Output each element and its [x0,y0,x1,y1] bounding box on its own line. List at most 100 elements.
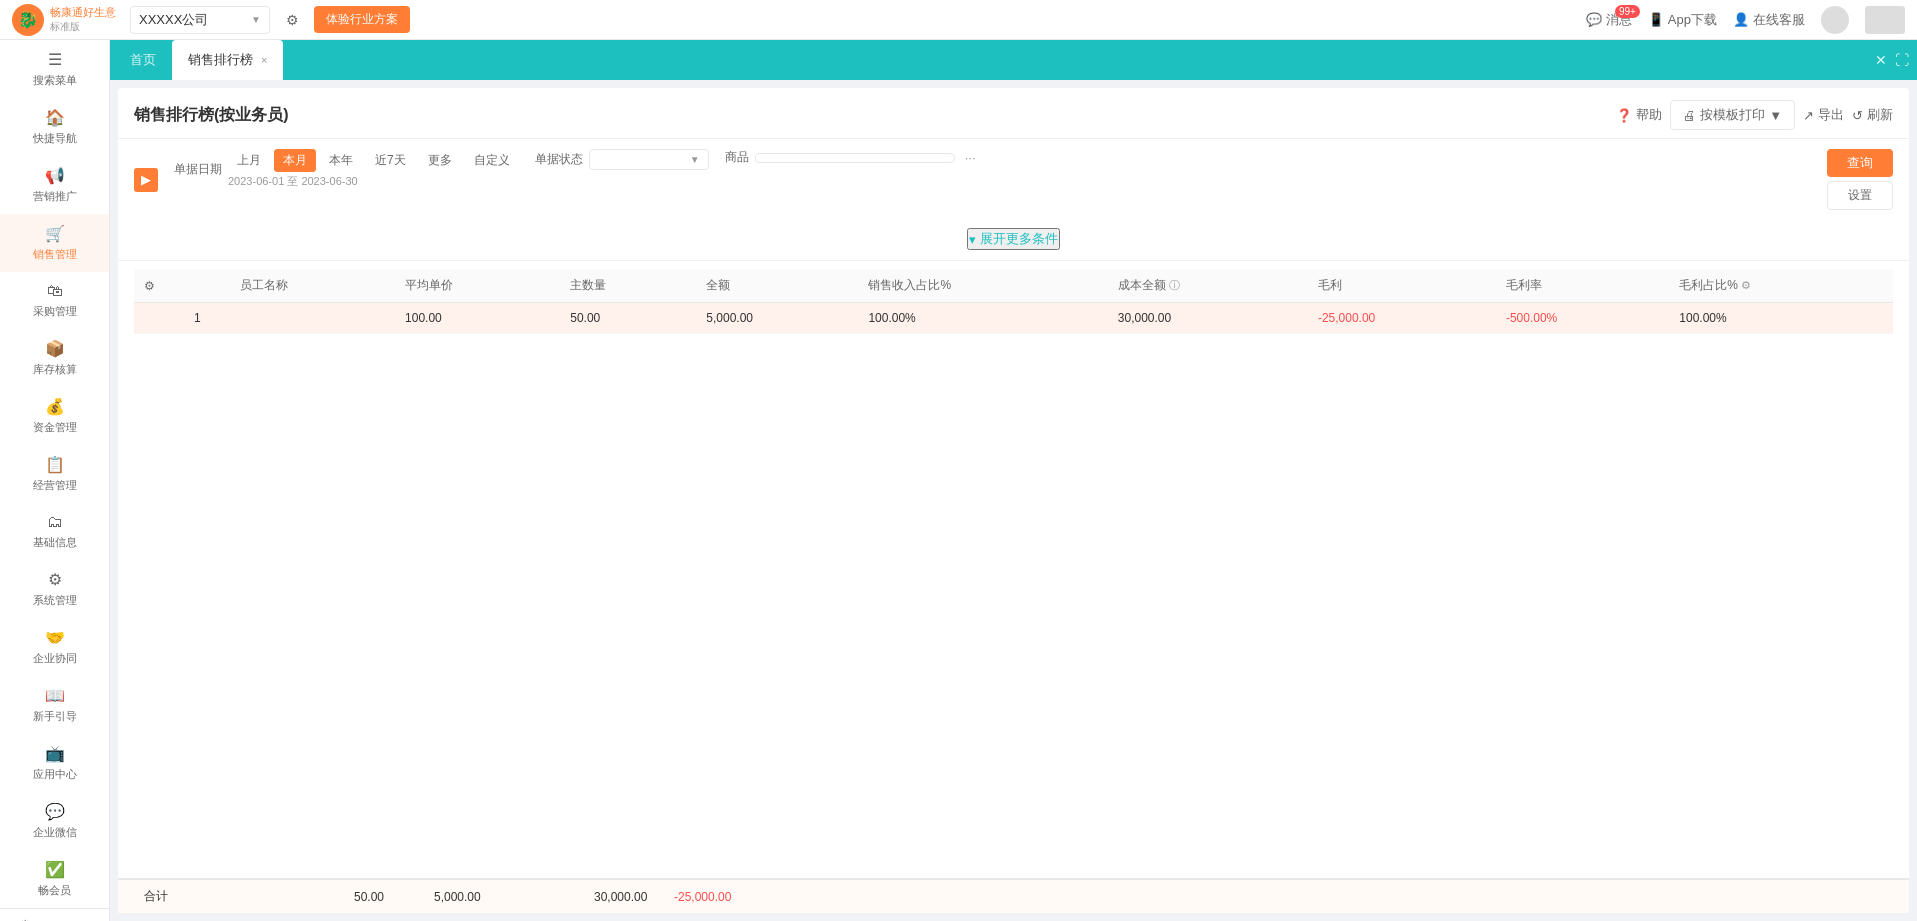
home-icon: 🏠 [45,108,65,127]
sidebar-item-system[interactable]: ⚙ 系统管理 [0,560,109,618]
avatar[interactable] [1821,6,1849,34]
data-table: ⚙ 员工名称 平均单价 主数量 全额 销售收入占比% 成本全额 ⓘ 毛利 毛利率 [134,269,1893,334]
date-buttons: 上月 本月 本年 近7天 更多 自定义 [228,149,519,172]
sidebar-item-sales[interactable]: 🛒 销售管理 [0,214,109,272]
sidebar-item-wechat[interactable]: 💬 企业微信 [0,792,109,850]
sidebar-item-operations[interactable]: 📋 经营管理 [0,445,109,503]
footer-label: 合计 [144,888,344,905]
more-options-button[interactable]: ··· [961,150,980,165]
table-container: ⚙ 员工名称 平均单价 主数量 全额 销售收入占比% 成本全额 ⓘ 毛利 毛利率 [118,261,1909,878]
message-icon: 💬 [1586,12,1602,27]
settings-button[interactable]: 设置 [1827,181,1893,210]
close-window-icon[interactable]: ✕ [1875,52,1887,68]
col-employee-name: 员工名称 [230,269,395,303]
goods-filter-group: 商品 ··· [725,149,980,166]
cell-profit-rate: -500.00% [1496,303,1669,334]
query-button[interactable]: 查询 [1827,149,1893,177]
help-button[interactable]: ❓ 帮助 [1616,106,1662,124]
sidebar-item-member[interactable]: ✅ 畅会员 [0,850,109,908]
tab-home[interactable]: 首页 [114,40,172,80]
logo-text: 畅康通好生意 [50,5,116,19]
tab-home-label: 首页 [130,51,156,69]
query-buttons: 查询 设置 [1827,149,1893,210]
sidebar-item-app-center[interactable]: 📺 应用中心 [0,734,109,792]
app-center-icon: 📺 [45,744,65,763]
date-btn-custom[interactable]: 自定义 [465,149,519,172]
page-header: 销售排行榜(按业务员) ❓ 帮助 🖨 按模板打印 ▼ ↗ [118,88,1909,139]
operations-icon: 📋 [45,455,65,474]
filter-bar: ▶ 单据日期 上月 本月 本年 近7天 更多 自定义 [118,139,1909,261]
status-label: 单据状态 [535,151,583,168]
online-service-button[interactable]: 👤 在线客服 [1733,11,1805,29]
messages-badge: 99+ [1615,5,1640,18]
cell-profit-pct: 100.00% [1669,303,1893,334]
logo-icon: 🐉 [12,4,44,36]
sidebar-bottom: ⚙ ◀◀ [0,908,109,921]
settings-icon-button[interactable]: ⚙ [278,6,306,34]
sidebar-item-quick-nav[interactable]: 🏠 快捷导航 [0,98,109,156]
tab-sales-ranking[interactable]: 销售排行榜 × [172,40,283,80]
sidebar-item-purchase[interactable]: 🛍 采购管理 [0,272,109,329]
date-btn-more[interactable]: 更多 [419,149,461,172]
logo: 🐉 畅康通好生意 标准版 [12,4,122,36]
goods-label: 商品 [725,149,749,166]
sidebar: ☰ 搜索菜单 🏠 快捷导航 📢 营销推广 🛒 销售管理 🛍 采购管理 📦 库存核… [0,40,110,921]
profit-pct-info-icon[interactable]: ⚙ [1741,279,1751,291]
app-download-button[interactable]: 📱 App下载 [1648,11,1717,29]
expand-window-icon[interactable]: ⛶ [1895,52,1909,68]
basic-info-icon: 🗂 [47,513,63,531]
expand-more-button[interactable]: ▾ 展开更多条件 [967,228,1060,250]
refresh-button[interactable]: ↺ 刷新 [1852,106,1893,124]
date-btn-this-year[interactable]: 本年 [320,149,362,172]
cell-rank: 1 [165,303,230,334]
col-profit-pct: 毛利占比% ⚙ [1669,269,1893,303]
date-range-display: 2023-06-01 至 2023-06-30 [228,174,519,189]
messages-button[interactable]: 💬 消息 99+ [1586,11,1632,29]
page-actions: ❓ 帮助 🖨 按模板打印 ▼ ↗ 导出 ↺ [1616,100,1893,130]
tab-sales-ranking-label: 销售排行榜 [188,51,253,69]
status-chevron-icon: ▼ [690,154,700,165]
sidebar-item-enterprise[interactable]: 🤝 企业协同 [0,618,109,676]
sidebar-item-basic-info[interactable]: 🗂 基础信息 [0,503,109,560]
page-title: 销售排行榜(按业务员) [134,105,1616,126]
settings-bottom-icon[interactable]: ⚙ [19,917,32,921]
logo-sub: 标准版 [50,20,116,34]
footer-amount: 5,000.00 [424,890,504,904]
company-selector[interactable]: XXXXX公司 ▼ [130,6,270,34]
date-btn-this-month[interactable]: 本月 [274,149,316,172]
sidebar-item-inventory[interactable]: 📦 库存核算 [0,329,109,387]
sidebar-item-finance[interactable]: 💰 资金管理 [0,387,109,445]
col-avg-price: 平均单价 [395,269,560,303]
cell-cost: 30,000.00 [1108,303,1308,334]
col-rank [165,269,230,303]
filter-toggle-button[interactable]: ▶ [134,168,158,192]
sidebar-item-guide[interactable]: 📖 新手引导 [0,676,109,734]
export-button[interactable]: ↗ 导出 [1803,106,1844,124]
tab-bar: 首页 销售排行榜 × ✕ ⛶ [110,40,1917,80]
purchase-icon: 🛍 [47,282,63,300]
sidebar-item-marketing[interactable]: 📢 营销推广 [0,156,109,214]
guide-icon: 📖 [45,686,65,705]
finance-icon: 💰 [45,397,65,416]
system-icon: ⚙ [48,570,62,589]
sidebar-item-search[interactable]: ☰ 搜索菜单 [0,40,109,98]
mobile-icon: 📱 [1648,12,1664,27]
date-btn-7days[interactable]: 近7天 [366,149,415,172]
cell-profit: -25,000.00 [1308,303,1496,334]
status-select[interactable]: ▼ [589,149,709,170]
cost-info-icon[interactable]: ⓘ [1169,279,1180,291]
status-filter-group: 单据状态 ▼ [535,149,709,170]
industry-button[interactable]: 体验行业方案 [314,6,410,33]
tab-close-icon[interactable]: × [261,54,267,66]
footer-profit: -25,000.00 [664,890,744,904]
footer-qty: 50.00 [344,890,424,904]
footer-cells: 50.00 5,000.00 30,000.00 -25,000.00 [344,890,1883,904]
expand-row: ▾ 展开更多条件 [134,226,1893,250]
goods-input[interactable] [755,153,955,163]
print-button[interactable]: 🖨 按模板打印 ▼ [1670,100,1795,130]
col-settings[interactable]: ⚙ [134,269,165,303]
date-btn-last-month[interactable]: 上月 [228,149,270,172]
inventory-icon: 📦 [45,339,65,358]
col-cost: 成本全额 ⓘ [1108,269,1308,303]
collapse-icon[interactable]: ◀◀ [69,917,91,921]
